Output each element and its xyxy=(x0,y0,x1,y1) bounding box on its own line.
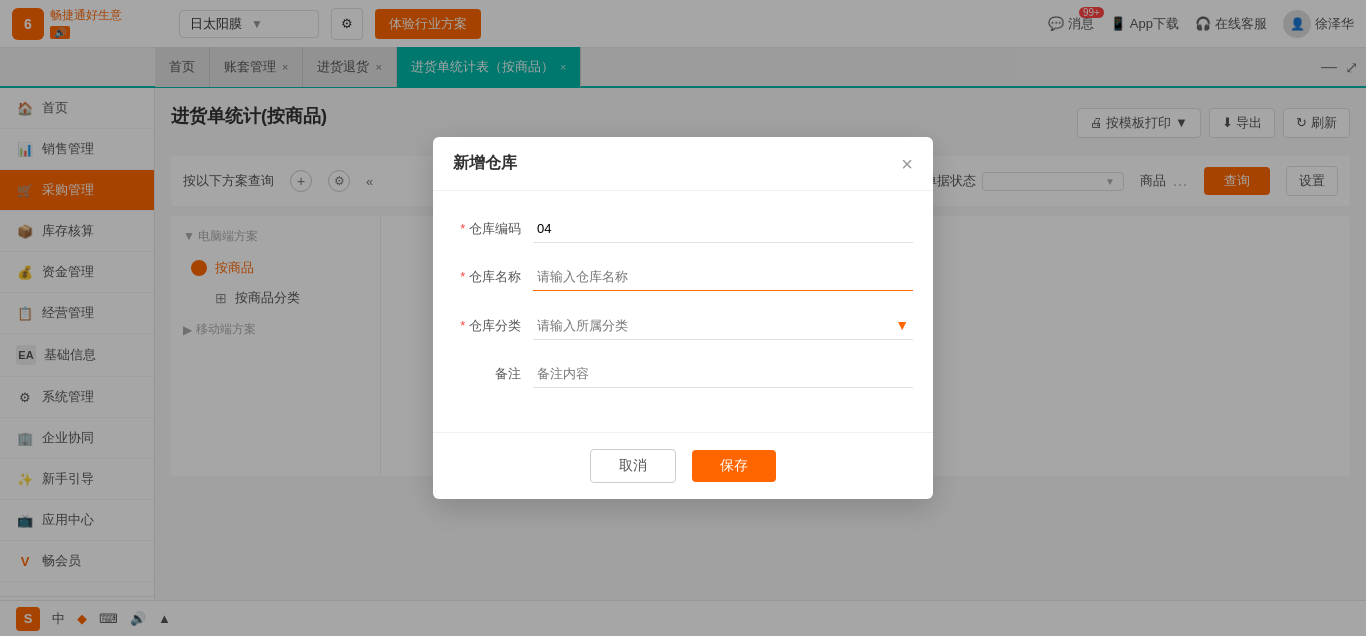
category-select[interactable]: ▼ xyxy=(533,311,913,340)
form-row-note: 备注 xyxy=(453,360,913,388)
category-label: 仓库分类 xyxy=(453,317,533,335)
form-row-category: 仓库分类 ▼ xyxy=(453,311,913,340)
category-input[interactable] xyxy=(537,318,895,333)
modal-close-button[interactable]: × xyxy=(901,154,913,174)
modal-footer: 取消 保存 xyxy=(433,432,933,499)
chevron-down-icon: ▼ xyxy=(895,317,909,333)
name-input[interactable] xyxy=(533,263,913,291)
modal-body: 仓库编码 仓库名称 仓库分类 ▼ 备注 xyxy=(433,191,933,432)
note-input[interactable] xyxy=(533,360,913,388)
modal-title: 新增仓库 xyxy=(453,153,517,174)
name-label: 仓库名称 xyxy=(453,268,533,286)
modal-add-warehouse: 新增仓库 × 仓库编码 仓库名称 仓库分类 ▼ xyxy=(433,137,933,499)
code-label: 仓库编码 xyxy=(453,220,533,238)
save-button[interactable]: 保存 xyxy=(692,450,776,482)
form-row-name: 仓库名称 xyxy=(453,263,913,291)
note-label: 备注 xyxy=(453,365,533,383)
form-row-code: 仓库编码 xyxy=(453,215,913,243)
code-input[interactable] xyxy=(533,215,913,243)
cancel-button[interactable]: 取消 xyxy=(590,449,676,483)
modal-overlay: 新增仓库 × 仓库编码 仓库名称 仓库分类 ▼ xyxy=(0,0,1366,636)
modal-header: 新增仓库 × xyxy=(433,137,933,191)
